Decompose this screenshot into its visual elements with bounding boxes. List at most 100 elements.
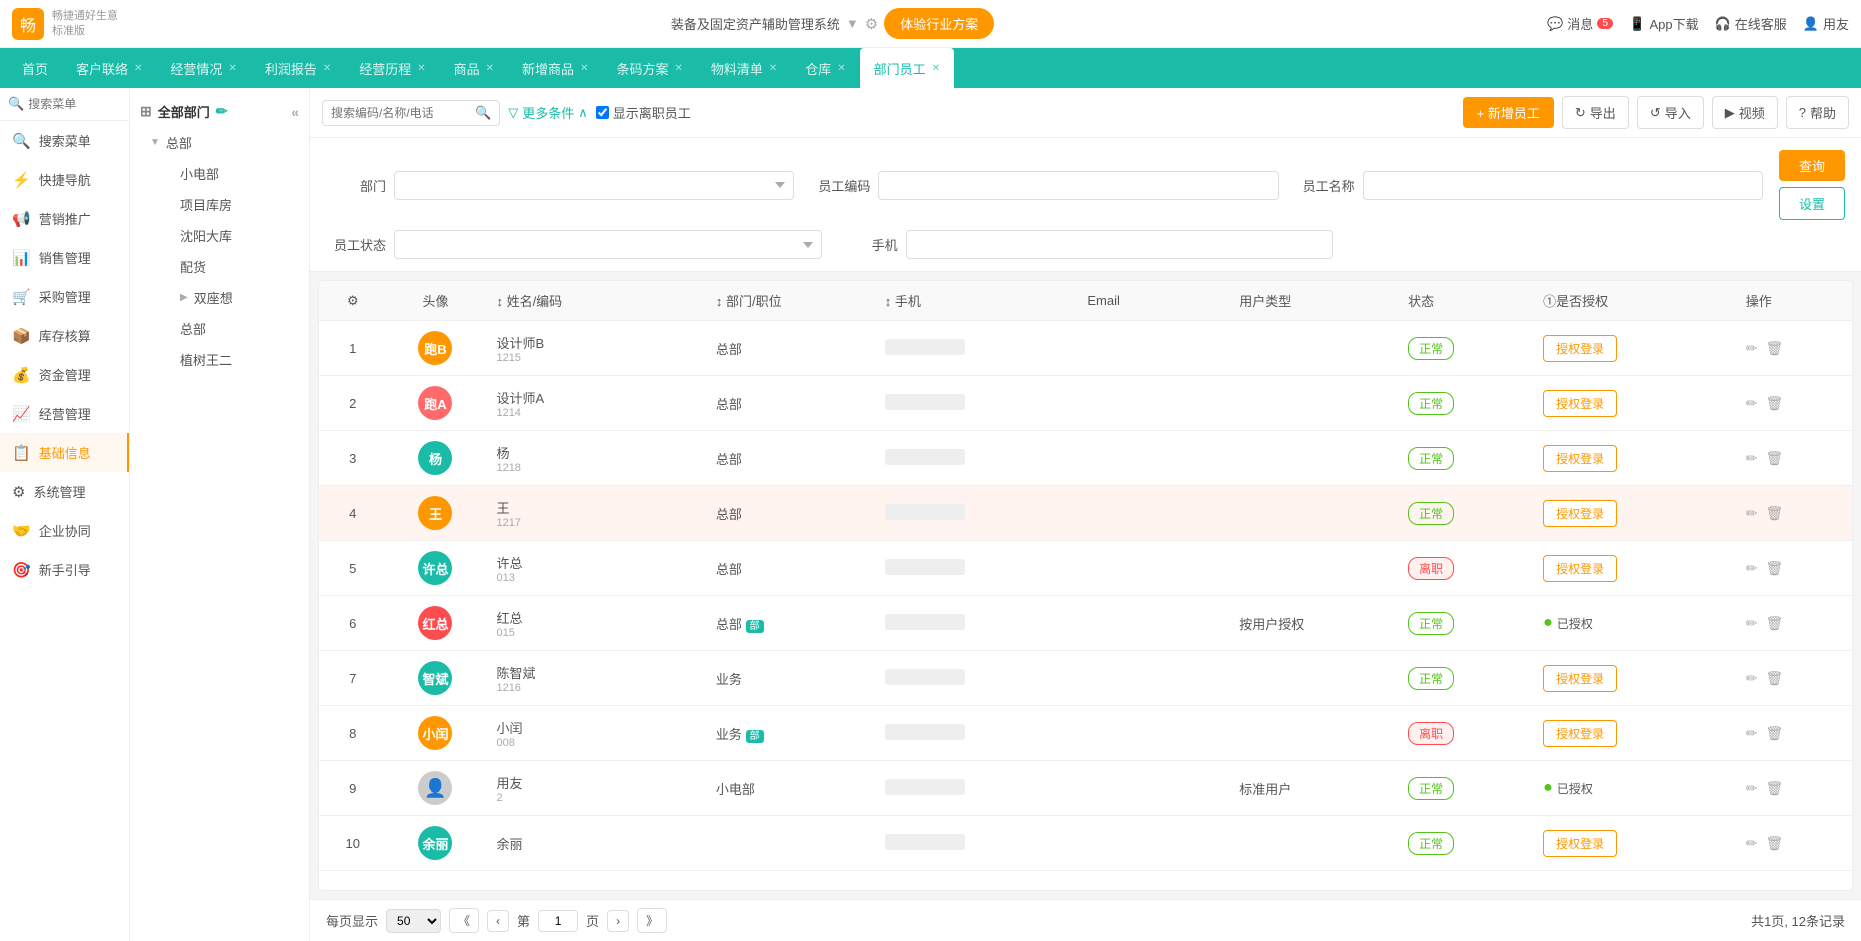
sidebar-item-system[interactable]: ⚙ 系统管理 <box>0 472 129 511</box>
sidebar-item-shortcuts[interactable]: ⚡ 快捷导航 <box>0 160 129 199</box>
search-input[interactable] <box>331 106 471 120</box>
tab-department[interactable]: 部门员工 ✕ <box>860 48 954 88</box>
row-auth[interactable]: 授权登录 <box>1531 706 1734 761</box>
delete-icon[interactable]: 🗑 <box>1766 340 1784 357</box>
phone-input[interactable] <box>906 230 1334 259</box>
delete-icon[interactable]: 🗑 <box>1766 450 1784 467</box>
dept-node-project[interactable]: 项目库房 <box>160 189 309 220</box>
page-input[interactable] <box>538 910 578 932</box>
delete-icon[interactable]: 🗑 <box>1766 725 1784 742</box>
edit-icon[interactable]: ✏ <box>1746 395 1758 412</box>
row-auth[interactable]: 授权登录 <box>1531 486 1734 541</box>
tab-warehouse[interactable]: 仓库 ✕ <box>791 48 859 88</box>
dept-node-shuangzuo[interactable]: ▶ 双座想 <box>160 282 309 313</box>
sidebar-item-marketing[interactable]: 📢 营销推广 <box>0 199 129 238</box>
settings-icon[interactable]: ⚙ <box>865 15 878 33</box>
show-resigned-label[interactable]: 显示离职员工 <box>596 103 691 122</box>
page-size-select[interactable]: 50 100 200 <box>386 909 441 933</box>
online-service-btn[interactable]: 🎧 在线客服 <box>1715 14 1787 33</box>
edit-icon[interactable]: ✏ <box>1746 835 1758 852</box>
emp-status-select[interactable] <box>394 230 822 259</box>
add-employee-btn[interactable]: + 新增员工 <box>1463 97 1554 128</box>
sidebar-item-basic[interactable]: 📋 基础信息 <box>0 433 129 472</box>
sidebar-search[interactable]: 🔍 <box>0 88 129 121</box>
delete-icon[interactable]: 🗑 <box>1766 780 1784 797</box>
row-auth[interactable]: 授权登录 <box>1531 541 1734 596</box>
close-icon[interactable]: ✕ <box>228 63 236 74</box>
tab-barcode[interactable]: 条码方案 ✕ <box>602 48 696 88</box>
row-auth[interactable]: 授权登录 <box>1531 376 1734 431</box>
user-btn[interactable]: 👤 用友 <box>1803 14 1849 33</box>
edit-icon[interactable]: ✏ <box>1746 340 1758 357</box>
col-dept-header[interactable]: ↕ 部门/职位 <box>704 281 873 321</box>
export-btn[interactable]: ↻ 导出 <box>1562 96 1629 129</box>
auth-login-btn[interactable]: 授权登录 <box>1543 390 1617 417</box>
dropdown-arrow-icon[interactable]: ▼ <box>846 16 859 31</box>
set-btn[interactable]: 设置 <box>1779 187 1845 220</box>
edit-icon[interactable]: ✏ <box>1746 450 1758 467</box>
auth-login-btn[interactable]: 授权登录 <box>1543 665 1617 692</box>
tab-home[interactable]: 首页 <box>8 48 62 88</box>
close-icon[interactable]: ✕ <box>580 63 588 74</box>
row-auth[interactable]: 授权登录 <box>1531 321 1734 376</box>
sidebar-item-purchase[interactable]: 🛒 采购管理 <box>0 277 129 316</box>
edit-icon[interactable]: ✏ <box>1746 670 1758 687</box>
auth-login-btn[interactable]: 授权登录 <box>1543 555 1617 582</box>
close-icon[interactable]: ✕ <box>134 63 142 74</box>
prev-page-btn[interactable]: ‹ <box>487 910 509 932</box>
close-icon[interactable]: ✕ <box>932 63 940 74</box>
delete-icon[interactable]: 🗑 <box>1766 560 1784 577</box>
tab-goods[interactable]: 商品 ✕ <box>440 48 508 88</box>
tab-add-goods[interactable]: 新增商品 ✕ <box>508 48 602 88</box>
show-resigned-checkbox[interactable] <box>596 106 609 119</box>
col-name-header[interactable]: ↕ 姓名/编码 <box>484 281 703 321</box>
import-btn[interactable]: ↺ 导入 <box>1637 96 1704 129</box>
delete-icon[interactable]: 🗑 <box>1766 615 1784 632</box>
sidebar-item-guide[interactable]: 🎯 新手引导 <box>0 550 129 589</box>
dept-node-shenyang[interactable]: 沈阳大库 <box>160 220 309 251</box>
more-filter-btn[interactable]: ▽ 更多条件 ∧ <box>508 103 588 122</box>
edit-icon[interactable]: ✏ <box>1746 615 1758 632</box>
row-auth[interactable]: 授权登录 <box>1531 431 1734 486</box>
search-submit-icon[interactable]: 🔍 <box>475 105 491 121</box>
try-btn[interactable]: 体验行业方案 <box>884 8 994 39</box>
edit-icon[interactable]: ✏ <box>1746 725 1758 742</box>
sidebar-item-search[interactable]: 🔍 搜索菜单 <box>0 121 129 160</box>
sidebar-item-mgmt[interactable]: 📈 经营管理 <box>0 394 129 433</box>
first-page-btn[interactable]: 《 <box>449 908 479 933</box>
last-page-btn[interactable]: 》 <box>637 908 667 933</box>
dept-node-xiaodian[interactable]: 小电部 <box>160 158 309 189</box>
close-icon[interactable]: ✕ <box>674 63 682 74</box>
edit-icon[interactable]: ✏ <box>1746 505 1758 522</box>
dept-node-zongbu[interactable]: ▼ 总部 <box>130 127 309 158</box>
sidebar-item-finance[interactable]: 💰 资金管理 <box>0 355 129 394</box>
close-icon[interactable]: ✕ <box>323 63 331 74</box>
dept-edit-icon[interactable]: ✏ <box>216 103 228 120</box>
delete-icon[interactable]: 🗑 <box>1766 395 1784 412</box>
emp-code-input[interactable] <box>878 171 1278 200</box>
delete-icon[interactable]: 🗑 <box>1766 670 1784 687</box>
dept-collapse-icon[interactable]: « <box>291 104 299 120</box>
delete-icon[interactable]: 🗑 <box>1766 835 1784 852</box>
query-btn[interactable]: 查询 <box>1779 150 1845 181</box>
auth-login-btn[interactable]: 授权登录 <box>1543 335 1617 362</box>
auth-login-btn[interactable]: 授权登录 <box>1543 720 1617 747</box>
edit-icon[interactable]: ✏ <box>1746 780 1758 797</box>
message-btn[interactable]: 💬 消息 5 <box>1547 14 1613 33</box>
edit-icon[interactable]: ✏ <box>1746 560 1758 577</box>
view-btn[interactable]: ▶ 视频 <box>1712 96 1778 129</box>
close-icon[interactable]: ✕ <box>769 63 777 74</box>
app-download-btn[interactable]: 📱 App下载 <box>1629 14 1698 33</box>
tab-bom[interactable]: 物料清单 ✕ <box>697 48 791 88</box>
tab-history[interactable]: 经营历程 ✕ <box>345 48 439 88</box>
dept-node-zongbu2[interactable]: 总部 <box>160 313 309 344</box>
row-auth[interactable]: 授权登录 <box>1531 816 1734 871</box>
dept-select[interactable] <box>394 171 794 200</box>
sidebar-item-collab[interactable]: 🤝 企业协同 <box>0 511 129 550</box>
close-icon[interactable]: ✕ <box>486 63 494 74</box>
auth-login-btn[interactable]: 授权登录 <box>1543 500 1617 527</box>
next-page-btn[interactable]: › <box>607 910 629 932</box>
dept-node-peihuo[interactable]: 配货 <box>160 251 309 282</box>
tab-customer[interactable]: 客户联络 ✕ <box>62 48 156 88</box>
row-auth[interactable]: 授权登录 <box>1531 651 1734 706</box>
